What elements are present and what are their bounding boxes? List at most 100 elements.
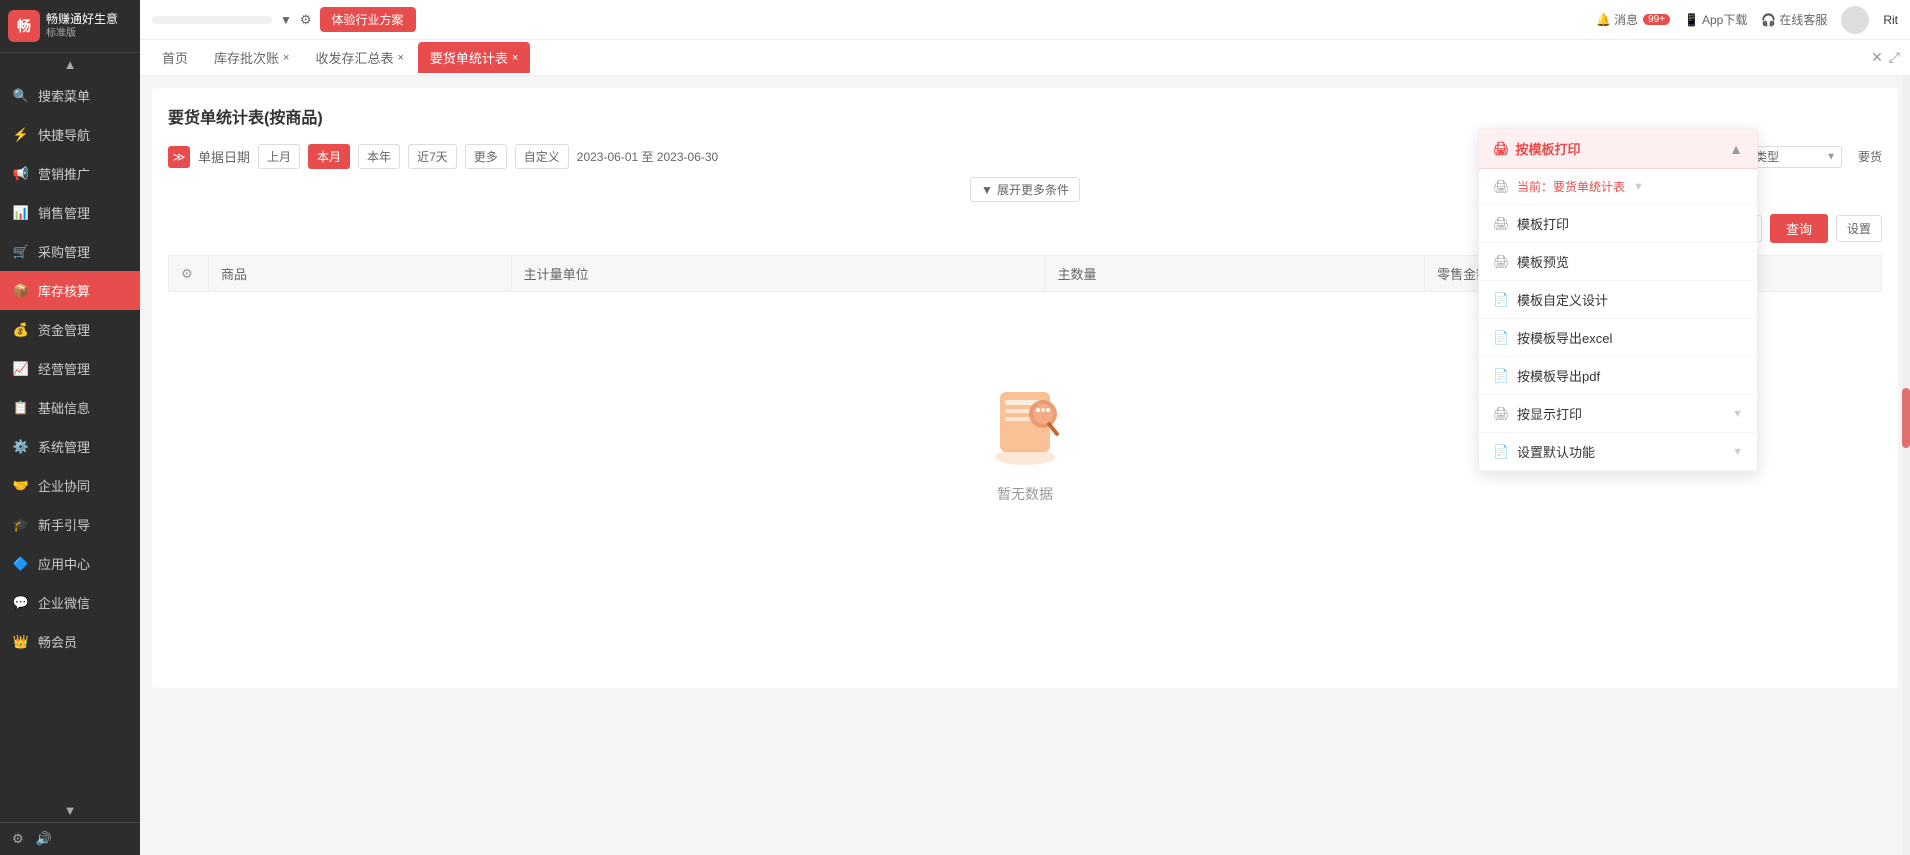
trial-button[interactable]: 体验行业方案	[320, 7, 416, 32]
current-item-arrow: ▼	[1633, 181, 1644, 193]
sidebar: 畅 畅赚通好生意 标准版 ▲ 🔍 搜索菜单 ⚡ 快捷导航 📢 营销推广 📊 销售…	[0, 0, 140, 855]
tabs-bar: 首页 库存批次账 × 收发存汇总表 × 要货单统计表 × ✕ ⤢	[140, 40, 1910, 76]
current-year-btn[interactable]: 本年	[358, 144, 400, 169]
sidebar-logo: 畅 畅赚通好生意 标准版	[0, 0, 140, 53]
tab-order-stat[interactable]: 要货单统计表 ×	[418, 42, 530, 73]
tab-batch[interactable]: 库存批次账 ×	[202, 42, 301, 73]
sidebar-item-marketing[interactable]: 📢 营销推广	[0, 154, 140, 193]
header-search-bar[interactable]	[152, 16, 272, 24]
expand-icon: ▼	[981, 183, 993, 197]
set-default-arrow: ▼	[1732, 446, 1743, 458]
page-title: 要货单统计表(按商品)	[168, 104, 1882, 128]
prev-month-btn[interactable]: 上月	[258, 144, 300, 169]
dropdown-set-default[interactable]: 📄 设置默认功能 ▼	[1479, 433, 1757, 471]
current-month-btn[interactable]: 本月	[308, 144, 350, 169]
export-pdf-icon: 📄	[1493, 368, 1509, 384]
display-print-icon: 🖨	[1493, 406, 1509, 422]
megaphone-icon: 📢	[12, 165, 30, 183]
template-custom-icon: 📄	[1493, 292, 1509, 308]
app-download-action[interactable]: 📱 App下载	[1684, 11, 1747, 28]
main-area: ▼ ⚙ 体验行业方案 🔔 消息 99+ 📱 App下载 🎧 在线客服 Rit 首…	[140, 0, 1910, 855]
page-content: 要货单统计表(按商品) ≫ 单据日期 上月 本月 本年 近7天 更多 自定义 2…	[140, 76, 1910, 855]
last7-btn[interactable]: 近7天	[408, 144, 457, 169]
settings-bottom-icon[interactable]: ⚙	[12, 831, 24, 847]
dropdown-template-print[interactable]: 🖨 模板打印	[1479, 205, 1757, 243]
bell-icon: 🔔	[1596, 13, 1611, 27]
sidebar-item-member[interactable]: 👑 畅会员	[0, 622, 140, 661]
dropdown-export-excel[interactable]: 📄 按模板导出excel	[1479, 319, 1757, 357]
sidebar-item-corp[interactable]: 🤝 企业协同	[0, 466, 140, 505]
scroll-thumb[interactable]	[1902, 388, 1910, 448]
tab-receivable-close[interactable]: ×	[397, 52, 403, 64]
sidebar-item-guide[interactable]: 🎓 新手引导	[0, 505, 140, 544]
current-item-icon: 🖨	[1493, 179, 1509, 195]
table-settings-icon[interactable]: ⚙	[181, 266, 193, 281]
dropdown-export-pdf[interactable]: 📄 按模板导出pdf	[1479, 357, 1757, 395]
gear-icon: ⚙️	[12, 438, 30, 456]
trend-icon: 📈	[12, 360, 30, 378]
content-card: 要货单统计表(按商品) ≫ 单据日期 上月 本月 本年 近7天 更多 自定义 2…	[152, 88, 1898, 688]
table-col-settings: ⚙	[169, 256, 209, 292]
empty-illustration	[975, 372, 1075, 472]
header-dropdown-arrow[interactable]: ▼	[280, 13, 292, 27]
custom-date-btn[interactable]: 自定义	[515, 144, 569, 169]
tab-batch-close[interactable]: ×	[283, 52, 289, 64]
sidebar-item-inventory[interactable]: 📦 库存核算	[0, 271, 140, 310]
crown-icon: 👑	[12, 633, 30, 651]
tabs-expand-icon[interactable]: ⤢	[1889, 49, 1900, 66]
date-filter-label: 单据日期	[198, 147, 250, 166]
sidebar-item-purchase[interactable]: 🛒 采购管理	[0, 232, 140, 271]
top-header: ▼ ⚙ 体验行业方案 🔔 消息 99+ 📱 App下载 🎧 在线客服 Rit	[140, 0, 1910, 40]
username-display: Rit	[1883, 13, 1898, 27]
dropdown-template-custom[interactable]: 📄 模板自定义设计	[1479, 281, 1757, 319]
headset-icon: 🎧	[1761, 13, 1776, 27]
header-gear-icon[interactable]: ⚙	[300, 12, 312, 28]
table-col-qty: 主数量	[1045, 256, 1425, 292]
search-icon: 🔍	[12, 87, 30, 105]
cart-icon: 🛒	[12, 243, 30, 261]
print-dropdown-title-area: 🖨 按模板打印	[1493, 139, 1581, 158]
sidebar-bottom: ⚙ 🔊	[0, 822, 140, 855]
sidebar-item-sales[interactable]: 📊 销售管理	[0, 193, 140, 232]
tab-order-stat-close[interactable]: ×	[512, 52, 518, 64]
print-dropdown-close-btn[interactable]: ▲	[1729, 141, 1743, 157]
more-date-btn[interactable]: 更多	[465, 144, 507, 169]
online-service-action[interactable]: 🎧 在线客服	[1761, 11, 1827, 28]
messages-action[interactable]: 🔔 消息 99+	[1596, 11, 1670, 28]
sidebar-item-basic[interactable]: 📋 基础信息	[0, 388, 140, 427]
template-print-icon: 🖨	[1493, 216, 1509, 232]
sidebar-scroll-up[interactable]: ▲	[0, 53, 140, 76]
query-button[interactable]: 查询	[1770, 214, 1828, 243]
user-avatar[interactable]	[1841, 6, 1869, 34]
sidebar-item-operation[interactable]: 📈 经营管理	[0, 349, 140, 388]
sidebar-item-quicknav[interactable]: ⚡ 快捷导航	[0, 115, 140, 154]
dropdown-display-print[interactable]: 🖨 按显示打印 ▼	[1479, 395, 1757, 433]
sidebar-item-search[interactable]: 🔍 搜索菜单	[0, 76, 140, 115]
tab-receivable[interactable]: 收发存汇总表 ×	[303, 42, 415, 73]
settings-button[interactable]: 设置	[1836, 215, 1882, 242]
sidebar-item-apps[interactable]: 🔷 应用中心	[0, 544, 140, 583]
sound-icon[interactable]: 🔊	[36, 831, 52, 847]
tab-home[interactable]: 首页	[150, 42, 200, 73]
set-default-icon: 📄	[1493, 444, 1509, 460]
date-range-display: 2023-06-01 至 2023-06-30	[577, 148, 718, 165]
app-logo-icon: 畅	[8, 10, 40, 42]
sidebar-scroll-down[interactable]: ▼	[0, 799, 140, 822]
export-excel-icon: 📄	[1493, 330, 1509, 346]
money-icon: 💰	[12, 321, 30, 339]
filter-toggle-button[interactable]: ≫	[168, 146, 190, 168]
dropdown-template-preview[interactable]: 🖨 模板预览	[1479, 243, 1757, 281]
sidebar-item-system[interactable]: ⚙️ 系统管理	[0, 427, 140, 466]
empty-text: 暂无数据	[997, 484, 1053, 504]
scroll-track[interactable]	[1902, 76, 1910, 855]
tabs-resize-controls: ✕ ⤢	[1871, 49, 1900, 66]
expand-more-btn[interactable]: ▼ 展开更多条件	[970, 177, 1080, 202]
template-preview-icon: 🖨	[1493, 254, 1509, 270]
handshake-icon: 🤝	[12, 477, 30, 495]
tabs-close-icon[interactable]: ✕	[1871, 49, 1883, 66]
graduation-icon: 🎓	[12, 516, 30, 534]
print-dropdown-title: 按模板打印	[1516, 139, 1581, 158]
sidebar-item-finance[interactable]: 💰 资金管理	[0, 310, 140, 349]
dropdown-current-item[interactable]: 🖨 当前：要货单统计表 ▼	[1479, 169, 1757, 205]
sidebar-item-wechat[interactable]: 💬 企业微信	[0, 583, 140, 622]
